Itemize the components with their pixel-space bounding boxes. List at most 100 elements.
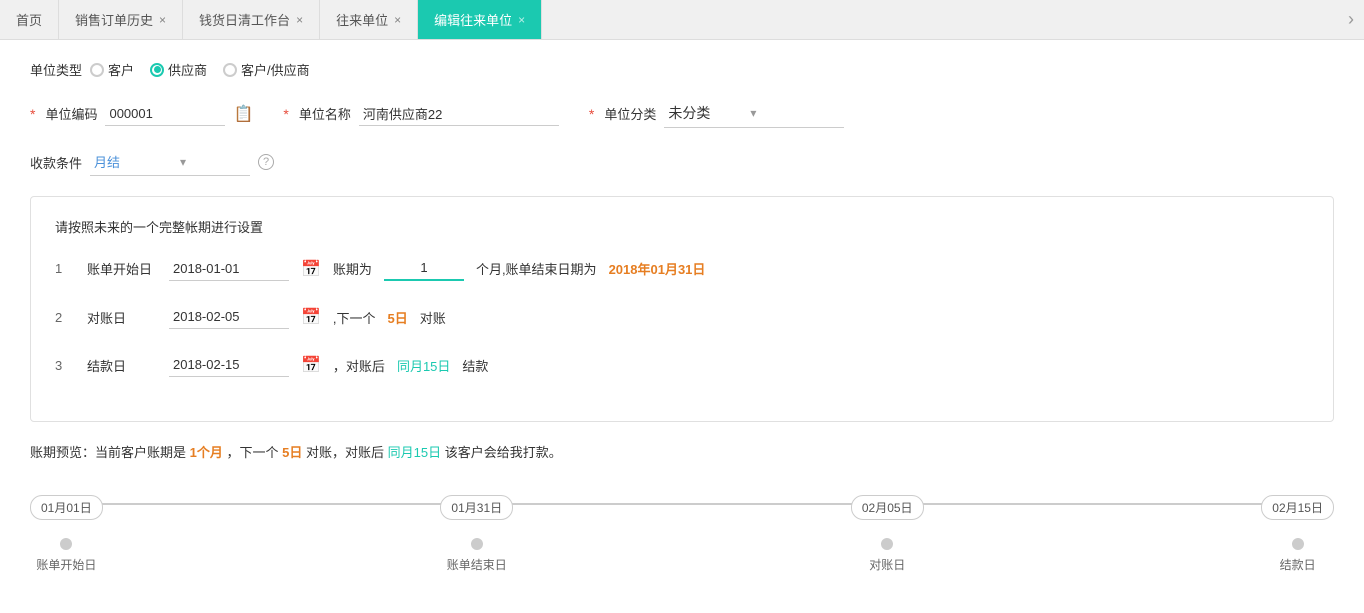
unit-name-field: * 单位名称 (283, 102, 558, 126)
row-1-date-input[interactable] (169, 257, 289, 281)
unit-code-input[interactable] (105, 102, 225, 126)
radio-customer[interactable]: 客户 (90, 60, 134, 79)
preview-middle: ，下一个 (227, 445, 279, 460)
timeline-point-4: 02月15日 结款日 (1261, 495, 1334, 573)
settings-panel: 请按照未来的一个完整帐期进行设置 1 账单开始日 📅 账期为 个月,账单结束日期… (30, 196, 1334, 422)
close-partner-icon[interactable]: × (394, 13, 401, 27)
row-1-period-suffix: 个月,账单结束日期为 (476, 259, 597, 278)
row-1-end-date: 2018年01月31日 (609, 259, 706, 278)
point-1-label: 账单开始日 (36, 556, 96, 573)
row-2-suffix: 对账 (420, 308, 446, 327)
row-3-prefix: ，对账后 (333, 356, 385, 375)
point-2-circle (471, 538, 483, 550)
row-1-period-prefix: 账期为 (333, 259, 372, 278)
close-sales-history-icon[interactable]: × (159, 13, 166, 27)
point-4-label: 结款日 (1280, 556, 1316, 573)
unit-code-label: 单位编码 (45, 104, 97, 123)
unit-name-label: 单位名称 (299, 104, 351, 123)
payment-condition-field: 收款条件 月结 ▾ ? (30, 148, 274, 176)
unit-category-select[interactable]: 未分类 ▾ (664, 99, 844, 128)
row-3-suffix: 结款 (462, 356, 488, 375)
row-3-highlight: 同月15日 (397, 356, 450, 375)
payment-condition-value: 月结 (94, 152, 120, 171)
radio-customer-label: 客户 (108, 60, 134, 79)
tab-bar: 首页 销售订单历史 × 钱货日清工作台 × 往来单位 × 编辑往来单位 × › (0, 0, 1364, 40)
timeline-point-2: 01月31日 账单结束日 (440, 495, 513, 573)
tab-partner[interactable]: 往来单位 × (320, 0, 418, 39)
tab-sales-history-label: 销售订单历史 (75, 10, 153, 29)
preview-middle2: 对账，对账后 (306, 445, 384, 460)
tab-edit-partner-label: 编辑往来单位 (434, 10, 512, 29)
timeline-point-1: 01月01日 账单开始日 (30, 495, 103, 573)
panel-row-3: 3 结款日 📅 ，对账后 同月15日 结款 (55, 353, 1309, 377)
unit-category-label: 单位分类 (604, 104, 656, 123)
unit-info-row: * 单位编码 📋 * 单位名称 * 单位分类 未分类 ▾ (30, 99, 1334, 128)
unit-category-star: * (589, 106, 594, 122)
tab-more-button[interactable]: › (1338, 0, 1364, 39)
row-3-date-input[interactable] (169, 353, 289, 377)
unit-type-row: 单位类型 客户 供应商 客户/供应商 (30, 60, 1334, 79)
unit-type-field: 单位类型 客户 供应商 客户/供应商 (30, 60, 310, 79)
row-1-period-input[interactable] (384, 256, 464, 281)
unit-code-field: * 单位编码 📋 (30, 102, 253, 126)
preview-part2: 5日 (282, 445, 302, 460)
point-3-label: 对账日 (869, 556, 905, 573)
preview-suffix: 该客户会给我打款。 (445, 445, 562, 460)
point-2-label: 账单结束日 (447, 556, 507, 573)
point-2-date: 01月31日 (440, 495, 513, 520)
row-1-calendar-icon[interactable]: 📅 (301, 259, 321, 279)
unit-category-value: 未分类 (668, 103, 710, 123)
radio-supplier[interactable]: 供应商 (150, 60, 207, 79)
unit-code-star: * (30, 106, 35, 122)
preview-part1: 1个月 (190, 445, 223, 460)
unit-type-label: 单位类型 (30, 60, 82, 79)
main-content: 单位类型 客户 供应商 客户/供应商 * 单位编码 (0, 40, 1364, 613)
close-edit-partner-icon[interactable]: × (518, 13, 525, 27)
tab-edit-partner[interactable]: 编辑往来单位 × (418, 0, 542, 39)
row-2-label: 对账日 (87, 308, 157, 327)
tab-home-label: 首页 (16, 10, 42, 29)
row-2-calendar-icon[interactable]: 📅 (301, 307, 321, 327)
close-cash-work-icon[interactable]: × (296, 13, 303, 27)
unit-name-star: * (283, 106, 288, 122)
row-3-label: 结款日 (87, 356, 157, 375)
radio-both-circle (223, 63, 237, 77)
unit-category-field: * 单位分类 未分类 ▾ (589, 99, 844, 128)
unit-category-dropdown-icon: ▾ (750, 106, 756, 120)
radio-group: 客户 供应商 客户/供应商 (90, 60, 310, 79)
tab-cash-work-label: 钱货日清工作台 (199, 10, 290, 29)
row-2-prefix: ,下一个 (333, 308, 376, 327)
tab-sales-history[interactable]: 销售订单历史 × (59, 0, 183, 39)
panel-row-1: 1 账单开始日 📅 账期为 个月,账单结束日期为 2018年01月31日 (55, 256, 1309, 281)
row-2-num: 2 (55, 310, 75, 325)
payment-condition-row: 收款条件 月结 ▾ ? (30, 148, 1334, 176)
row-1-num: 1 (55, 261, 75, 276)
payment-condition-select[interactable]: 月结 ▾ (90, 148, 250, 176)
timeline-points: 01月01日 账单开始日 01月31日 账单结束日 02月05日 对账日 02月… (30, 495, 1334, 573)
radio-customer-circle (90, 63, 104, 77)
radio-both-label: 客户/供应商 (241, 60, 310, 79)
radio-both[interactable]: 客户/供应商 (223, 60, 310, 79)
preview-prefix: 账期预览：当前客户账期是 (30, 445, 186, 460)
row-1-label: 账单开始日 (87, 259, 157, 278)
tab-home[interactable]: 首页 (0, 0, 59, 39)
unit-name-input[interactable] (359, 102, 559, 126)
row-2-date-input[interactable] (169, 305, 289, 329)
point-1-date: 01月01日 (30, 495, 103, 520)
unit-code-calendar-icon[interactable]: 📋 (233, 104, 253, 124)
radio-supplier-label: 供应商 (168, 60, 207, 79)
point-3-circle (881, 538, 893, 550)
row-2-highlight: 5日 (388, 308, 408, 327)
point-1-circle (60, 538, 72, 550)
point-3-date: 02月05日 (851, 495, 924, 520)
tab-partner-label: 往来单位 (336, 10, 388, 29)
payment-condition-label: 收款条件 (30, 153, 82, 172)
point-4-date: 02月15日 (1261, 495, 1334, 520)
radio-supplier-circle (150, 63, 164, 77)
timeline-point-3: 02月05日 对账日 (851, 495, 924, 573)
tab-cash-work[interactable]: 钱货日清工作台 × (183, 0, 320, 39)
help-icon[interactable]: ? (258, 154, 274, 170)
timeline: 01月01日 账单开始日 01月31日 账单结束日 02月05日 对账日 02月… (30, 485, 1334, 593)
row-3-calendar-icon[interactable]: 📅 (301, 355, 321, 375)
preview-section: 账期预览：当前客户账期是 1个月 ，下一个 5日 对账，对账后 同月15日 该客… (30, 442, 1334, 461)
